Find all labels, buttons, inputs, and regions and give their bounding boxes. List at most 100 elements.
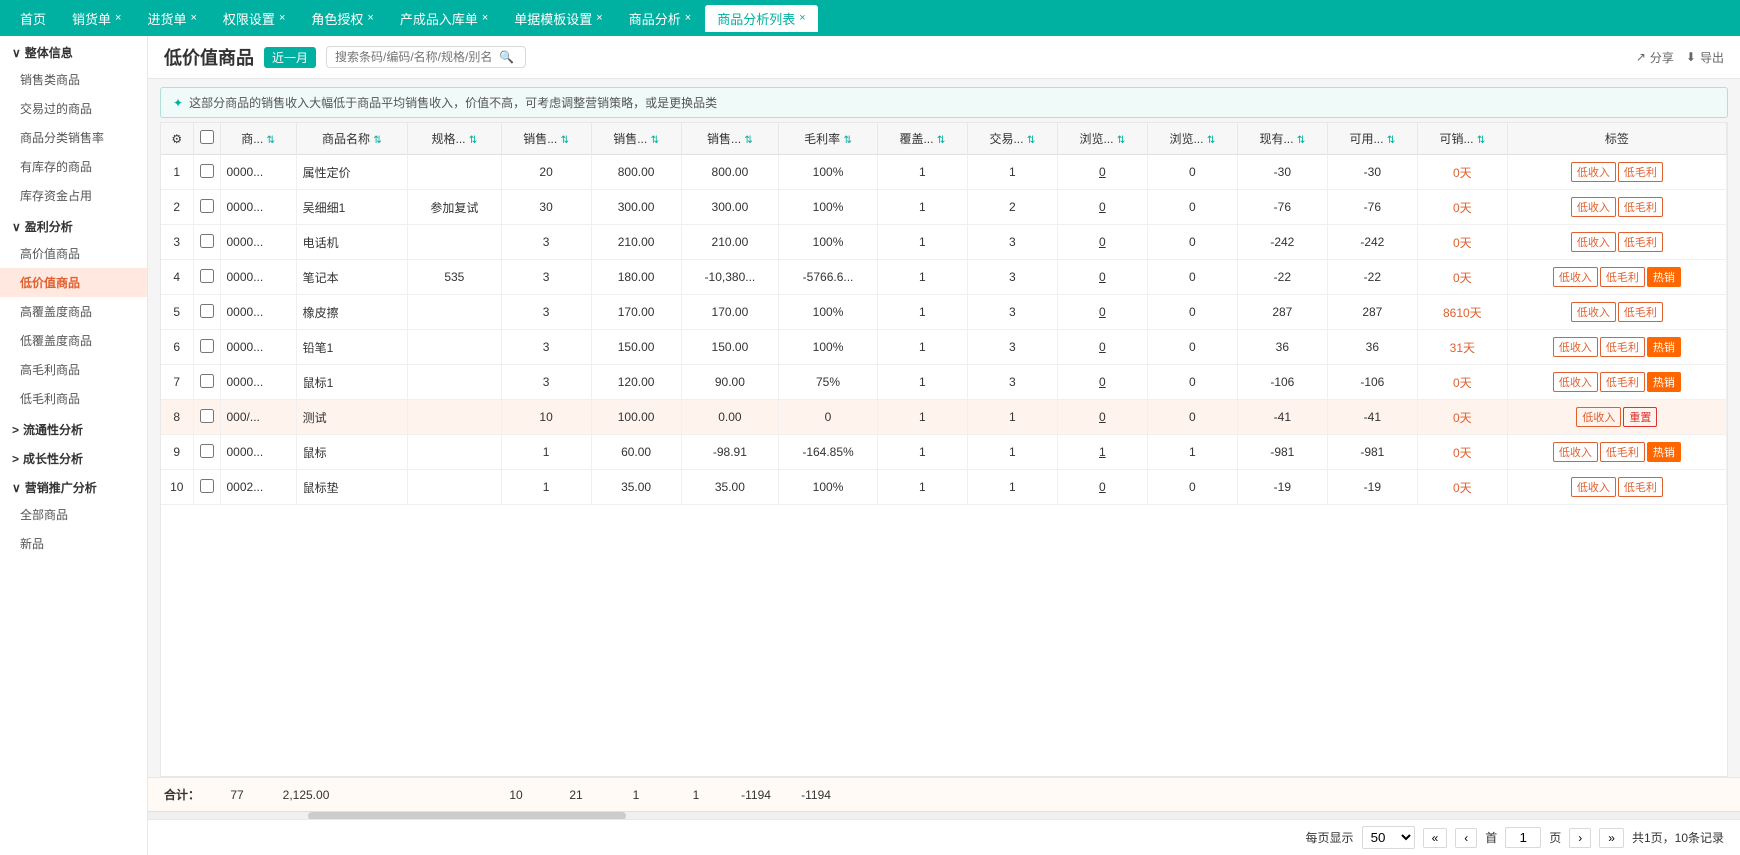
checkbox-column-header[interactable] <box>193 123 220 155</box>
view-link[interactable]: 0 <box>1099 340 1106 354</box>
close-icon[interactable]: × <box>115 12 121 24</box>
close-icon[interactable]: × <box>190 12 196 24</box>
row-checkbox[interactable] <box>193 330 220 365</box>
last-page-button[interactable]: » <box>1599 828 1624 848</box>
search-icon[interactable]: 🔍 <box>499 50 514 64</box>
period-badge[interactable]: 近一月 <box>264 47 316 68</box>
row-select-checkbox[interactable] <box>200 409 214 423</box>
nav-product-analysis[interactable]: 商品分析 × <box>617 5 703 32</box>
row-checkbox[interactable] <box>193 295 220 330</box>
sidebar-item-low-margin[interactable]: 低毛利商品 <box>0 384 147 413</box>
name-column-header[interactable]: 商品名称 ⇅ <box>296 123 407 155</box>
row-name[interactable]: 橡皮擦 <box>296 295 407 330</box>
row-name[interactable]: 铅笔1 <box>296 330 407 365</box>
row-name[interactable]: 鼠标垫 <box>296 470 407 505</box>
view1-column-header[interactable]: 浏览... ⇅ <box>1057 123 1147 155</box>
row-checkbox[interactable] <box>193 470 220 505</box>
view-link[interactable]: 1 <box>1099 445 1106 459</box>
sidebar-group-profit[interactable]: ∨ 盈利分析 <box>0 210 147 239</box>
row-view1[interactable]: 0 <box>1057 330 1147 365</box>
export-button[interactable]: ⬇ 导出 <box>1686 49 1724 66</box>
select-all-checkbox[interactable] <box>200 130 214 144</box>
nav-roles[interactable]: 角色授权 × <box>299 5 385 32</box>
nav-product-analysis-list[interactable]: 商品分析列表 × <box>705 5 817 32</box>
row-select-checkbox[interactable] <box>200 234 214 248</box>
sidebar-item-high-coverage[interactable]: 高覆盖度商品 <box>0 297 147 326</box>
sidebar-item-traded-products[interactable]: 交易过的商品 <box>0 94 147 123</box>
sidebar-item-low-coverage[interactable]: 低覆盖度商品 <box>0 326 147 355</box>
gross-column-header[interactable]: 毛利率 ⇅ <box>779 123 878 155</box>
close-icon[interactable]: × <box>482 12 488 24</box>
view-link[interactable]: 0 <box>1099 235 1106 249</box>
row-checkbox[interactable] <box>193 400 220 435</box>
row-checkbox[interactable] <box>193 365 220 400</box>
sidebar-item-sales-products[interactable]: 销售类商品 <box>0 65 147 94</box>
row-checkbox[interactable] <box>193 260 220 295</box>
next-page-button[interactable]: › <box>1569 828 1591 848</box>
sidebar-item-all-products[interactable]: 全部商品 <box>0 500 147 529</box>
sidebar-item-high-margin[interactable]: 高毛利商品 <box>0 355 147 384</box>
first-page-button[interactable]: « <box>1423 828 1448 848</box>
view-link[interactable]: 0 <box>1099 200 1106 214</box>
per-page-select[interactable]: 50 100 200 <box>1362 826 1415 849</box>
row-checkbox[interactable] <box>193 435 220 470</box>
nav-products[interactable]: 产成品入库单 × <box>388 5 500 32</box>
row-name[interactable]: 鼠标1 <box>296 365 407 400</box>
row-view1[interactable]: 0 <box>1057 470 1147 505</box>
view-link[interactable]: 0 <box>1099 410 1106 424</box>
row-view1[interactable]: 0 <box>1057 155 1147 190</box>
sidebar-group-overall[interactable]: ∨ 整体信息 <box>0 36 147 65</box>
sidebar-group-growth[interactable]: > 成长性分析 <box>0 442 147 471</box>
view2-column-header[interactable]: 浏览... ⇅ <box>1147 123 1237 155</box>
row-name[interactable]: 吴细细1 <box>296 190 407 225</box>
settings-icon[interactable]: ⚙ <box>171 132 182 146</box>
view-link[interactable]: 0 <box>1099 375 1106 389</box>
close-icon[interactable]: × <box>685 12 691 24</box>
row-checkbox[interactable] <box>193 225 220 260</box>
row-select-checkbox[interactable] <box>200 304 214 318</box>
nav-permissions[interactable]: 权限设置 × <box>211 5 297 32</box>
row-checkbox[interactable] <box>193 155 220 190</box>
sidebar-item-category-sales-rate[interactable]: 商品分类销售率 <box>0 123 147 152</box>
row-select-checkbox[interactable] <box>200 444 214 458</box>
view-link[interactable]: 0 <box>1099 480 1106 494</box>
view-link[interactable]: 0 <box>1099 305 1106 319</box>
view-link[interactable]: 0 <box>1099 270 1106 284</box>
stock3-column-header[interactable]: 可销... ⇅ <box>1417 123 1507 155</box>
view-link[interactable]: 0 <box>1099 165 1106 179</box>
stock1-column-header[interactable]: 现有... ⇅ <box>1237 123 1327 155</box>
row-name[interactable]: 笔记本 <box>296 260 407 295</box>
row-name[interactable]: 属性定价 <box>296 155 407 190</box>
row-select-checkbox[interactable] <box>200 374 214 388</box>
row-select-checkbox[interactable] <box>200 479 214 493</box>
row-view1[interactable]: 0 <box>1057 190 1147 225</box>
row-select-checkbox[interactable] <box>200 199 214 213</box>
nav-templates[interactable]: 单据模板设置 × <box>502 5 614 32</box>
sidebar-item-stock-products[interactable]: 有库存的商品 <box>0 152 147 181</box>
row-view1[interactable]: 0 <box>1057 400 1147 435</box>
close-icon[interactable]: × <box>799 12 805 24</box>
row-view1[interactable]: 0 <box>1057 365 1147 400</box>
code-column-header[interactable]: 商... ⇅ <box>220 123 296 155</box>
settings-column-header[interactable]: ⚙ <box>161 123 193 155</box>
nav-purchase[interactable]: 进货单 × <box>135 5 208 32</box>
sales1-column-header[interactable]: 销售... ⇅ <box>591 123 681 155</box>
row-name[interactable]: 鼠标 <box>296 435 407 470</box>
search-input[interactable] <box>335 50 495 64</box>
close-icon[interactable]: × <box>279 12 285 24</box>
sidebar-group-circulation[interactable]: > 流通性分析 <box>0 413 147 442</box>
sales2-column-header[interactable]: 销售... ⇅ <box>681 123 779 155</box>
prev-page-button[interactable]: ‹ <box>1455 828 1477 848</box>
sidebar-item-stock-capital[interactable]: 库存资金占用 <box>0 181 147 210</box>
nav-home[interactable]: 首页 <box>8 5 58 32</box>
close-icon[interactable]: × <box>367 12 373 24</box>
trade-column-header[interactable]: 交易... ⇅ <box>967 123 1057 155</box>
row-view1[interactable]: 0 <box>1057 225 1147 260</box>
row-view1[interactable]: 0 <box>1057 260 1147 295</box>
sidebar-item-new-products[interactable]: 新品 <box>0 529 147 558</box>
sidebar-group-marketing[interactable]: ∨ 营销推广分析 <box>0 471 147 500</box>
share-button[interactable]: ↗ 分享 <box>1636 49 1674 66</box>
cover-column-header[interactable]: 覆盖... ⇅ <box>877 123 967 155</box>
row-select-checkbox[interactable] <box>200 339 214 353</box>
stock2-column-header[interactable]: 可用... ⇅ <box>1327 123 1417 155</box>
